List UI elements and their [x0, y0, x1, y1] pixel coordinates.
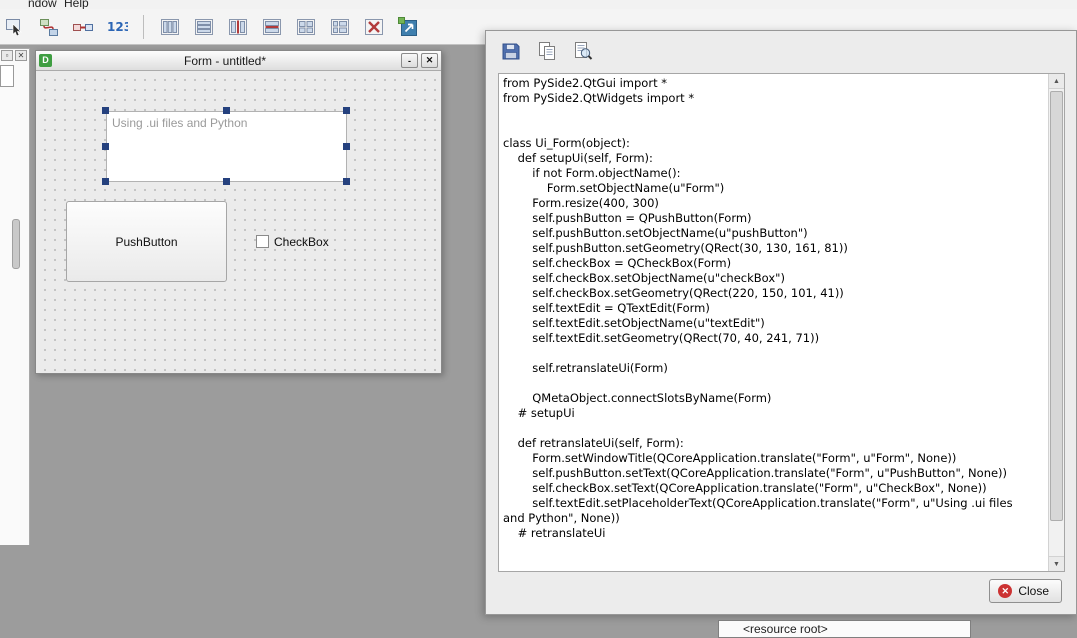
- textedit-widget[interactable]: Using .ui files and Python: [106, 111, 347, 182]
- resource-browser-panel[interactable]: <resource root>: [718, 620, 971, 638]
- layout-horizontal-button[interactable]: [157, 14, 183, 40]
- form-window-title: Form - untitled*: [52, 54, 398, 68]
- layout-form-button[interactable]: [327, 14, 353, 40]
- edit-widgets-button[interactable]: [2, 14, 28, 40]
- layout-vertical-icon: [193, 16, 215, 38]
- layout-horizontal-splitter-button[interactable]: [225, 14, 251, 40]
- edit-buddies-button[interactable]: [70, 14, 96, 40]
- layout-vertical-splitter-icon: [261, 16, 283, 38]
- save-button[interactable]: [498, 37, 524, 65]
- layout-vertical-button[interactable]: [191, 14, 217, 40]
- code-scrollbar[interactable]: ▲ ▼: [1048, 74, 1064, 571]
- copy-button[interactable]: [534, 37, 560, 65]
- form-window-titlebar[interactable]: D Form - untitled* - ✕: [36, 51, 441, 71]
- layout-grid-icon: [295, 16, 317, 38]
- break-layout-button[interactable]: [361, 14, 387, 40]
- layout-horizontal-splitter-icon: [227, 16, 249, 38]
- scroll-down-icon[interactable]: ▼: [1049, 556, 1064, 571]
- checkbox-label: CheckBox: [274, 235, 329, 249]
- edit-tab-order-icon: 123: [106, 16, 128, 38]
- designer-form-icon: D: [39, 54, 52, 67]
- selection-handle[interactable]: [102, 107, 109, 114]
- form-canvas[interactable]: Using .ui files and Python PushButton Ch…: [36, 71, 441, 373]
- edit-widgets-icon: [4, 16, 26, 38]
- selection-handle[interactable]: [343, 107, 350, 114]
- selection-handle[interactable]: [223, 107, 230, 114]
- qt-designer-screen: ndow Help 123: [0, 0, 1077, 638]
- checkbox-indicator[interactable]: [256, 235, 269, 248]
- scrollbar-thumb[interactable]: [1050, 91, 1063, 521]
- edit-tab-order-button[interactable]: 123: [104, 14, 130, 40]
- svg-text:123: 123: [107, 20, 128, 34]
- selection-handle[interactable]: [102, 143, 109, 150]
- selection-handle[interactable]: [343, 143, 350, 150]
- edit-signals-slots-button[interactable]: [36, 14, 62, 40]
- edit-buddies-icon: [72, 16, 94, 38]
- selection-handle[interactable]: [102, 178, 109, 185]
- adjust-size-icon: [397, 16, 419, 38]
- code-dialog-toolbar: [498, 37, 596, 65]
- find-button[interactable]: [570, 37, 596, 65]
- break-layout-icon: [363, 16, 385, 38]
- close-button-label: Close: [1018, 584, 1049, 598]
- selection-handle[interactable]: [223, 178, 230, 185]
- menubar: ndow Help: [0, 0, 1077, 9]
- edit-signals-slots-icon: [38, 16, 60, 38]
- toolbar-separator: [143, 15, 144, 39]
- code-text: from PySide2.QtGui import * from PySide2…: [503, 76, 1046, 569]
- close-button[interactable]: ✕: [421, 53, 438, 68]
- checkbox-widget[interactable]: CheckBox: [256, 221, 357, 262]
- adjust-size-button[interactable]: [395, 14, 421, 40]
- dock-close-button[interactable]: ✕: [15, 50, 27, 61]
- pushbutton-label: PushButton: [115, 235, 177, 249]
- widget-filter-input[interactable]: [0, 65, 14, 87]
- scroll-up-icon[interactable]: ▲: [1049, 74, 1064, 89]
- resource-root-item[interactable]: <resource root>: [743, 622, 828, 636]
- layout-horizontal-icon: [159, 16, 181, 38]
- pushbutton-widget[interactable]: PushButton: [66, 201, 227, 282]
- save-icon: [500, 40, 522, 62]
- close-dialog-button[interactable]: ✕ Close: [989, 579, 1062, 603]
- menu-help[interactable]: Help: [64, 0, 89, 9]
- find-icon: [572, 40, 594, 62]
- menu-window[interactable]: ndow: [28, 0, 57, 9]
- dock-float-button[interactable]: ▫: [1, 50, 13, 61]
- textedit-placeholder: Using .ui files and Python: [107, 112, 346, 134]
- layout-form-icon: [329, 16, 351, 38]
- minimize-button[interactable]: -: [401, 53, 418, 68]
- copy-icon: [536, 40, 558, 62]
- form-editor-window: D Form - untitled* - ✕ Using .ui files a…: [35, 50, 442, 374]
- code-preview-dialog: from PySide2.QtGui import * from PySide2…: [485, 30, 1077, 615]
- close-circle-icon: ✕: [998, 584, 1012, 598]
- dock-scrollbar-thumb[interactable]: [12, 219, 20, 269]
- code-view[interactable]: from PySide2.QtGui import * from PySide2…: [498, 73, 1065, 572]
- widget-box-panel: ▫ ✕: [0, 48, 30, 545]
- layout-grid-button[interactable]: [293, 14, 319, 40]
- selection-handle[interactable]: [343, 178, 350, 185]
- layout-vertical-splitter-button[interactable]: [259, 14, 285, 40]
